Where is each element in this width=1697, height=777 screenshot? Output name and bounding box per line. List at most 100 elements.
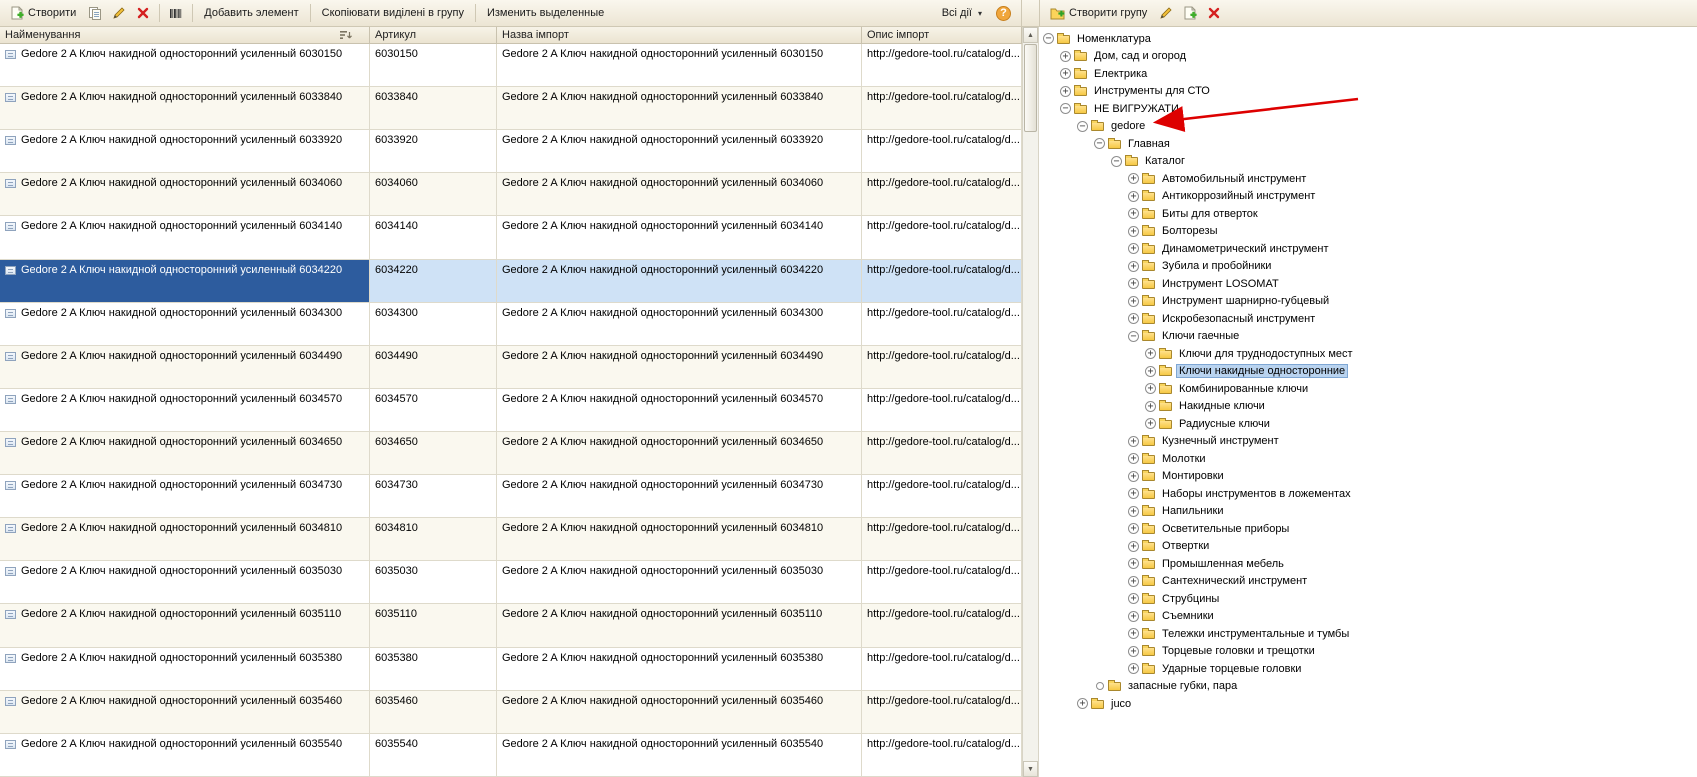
import-name-cell[interactable]: Gedore 2 A Ключ накидной односторонний у… bbox=[497, 130, 862, 173]
import-desc-cell[interactable]: http://gedore-tool.ru/catalog/d... bbox=[862, 431, 1022, 475]
table-row[interactable]: Gedore 2 A Ключ накидной односторонний у… bbox=[0, 690, 1022, 734]
barcode-button[interactable] bbox=[165, 2, 187, 24]
tree-item[interactable]: + Ключи для труднодоступных мест bbox=[1039, 345, 1697, 363]
tree-item[interactable]: + Инструменты для СТО bbox=[1039, 83, 1697, 101]
article-cell[interactable]: 6034300 bbox=[370, 302, 497, 345]
expand-icon[interactable]: + bbox=[1145, 400, 1156, 412]
expand-icon[interactable]: + bbox=[1128, 243, 1139, 255]
expand-icon[interactable]: + bbox=[1128, 453, 1139, 465]
tree-item[interactable]: + Антикоррозийный инструмент bbox=[1039, 188, 1697, 206]
name-cell[interactable]: Gedore 2 A Ключ накидной односторонний у… bbox=[0, 345, 370, 388]
import-name-cell[interactable]: Gedore 2 A Ключ накидной односторонний у… bbox=[497, 647, 862, 690]
expand-icon[interactable]: + bbox=[1128, 295, 1139, 307]
name-cell[interactable]: Gedore 2 A Ключ накидной односторонний у… bbox=[0, 259, 370, 302]
expand-icon[interactable]: + bbox=[1145, 348, 1156, 360]
import-name-cell[interactable]: Gedore 2 A Ключ накидной односторонний у… bbox=[497, 518, 862, 561]
import-name-cell[interactable]: Gedore 2 A Ключ накидной односторонний у… bbox=[497, 216, 862, 259]
tree-item[interactable]: − gedore bbox=[1039, 118, 1697, 136]
name-cell[interactable]: Gedore 2 A Ключ накидной односторонний у… bbox=[0, 173, 370, 216]
import-desc-cell[interactable]: http://gedore-tool.ru/catalog/d... bbox=[862, 561, 1022, 604]
expand-icon[interactable]: + bbox=[1128, 628, 1139, 640]
table-row[interactable]: Gedore 2 A Ключ накидной односторонний у… bbox=[0, 475, 1022, 519]
import-desc-cell[interactable]: http://gedore-tool.ru/catalog/d... bbox=[862, 604, 1022, 647]
import-desc-cell[interactable]: http://gedore-tool.ru/catalog/d... bbox=[862, 647, 1022, 690]
name-cell[interactable]: Gedore 2 A Ключ накидной односторонний у… bbox=[0, 130, 370, 173]
expand-icon[interactable]: + bbox=[1128, 663, 1139, 675]
expand-icon[interactable]: + bbox=[1128, 470, 1139, 482]
article-cell[interactable]: 6034650 bbox=[370, 431, 497, 475]
tree-item[interactable]: + Монтировки bbox=[1039, 468, 1697, 486]
import-name-cell[interactable]: Gedore 2 A Ключ накидной односторонний у… bbox=[497, 561, 862, 604]
edit-selected-button[interactable]: Изменить выделенные bbox=[481, 2, 610, 24]
tree-item[interactable]: − Номенклатура bbox=[1039, 30, 1697, 48]
vertical-scrollbar[interactable]: ▲ ▼ bbox=[1022, 27, 1039, 777]
scroll-thumb[interactable] bbox=[1024, 44, 1037, 132]
import-desc-cell[interactable]: http://gedore-tool.ru/catalog/d... bbox=[862, 87, 1022, 130]
article-cell[interactable]: 6034140 bbox=[370, 216, 497, 259]
import-name-cell[interactable]: Gedore 2 A Ключ накидной односторонний у… bbox=[497, 388, 862, 431]
expand-icon[interactable]: + bbox=[1128, 260, 1139, 272]
tree-item[interactable]: + Напильники bbox=[1039, 503, 1697, 521]
import-name-cell[interactable]: Gedore 2 A Ключ накидной односторонний у… bbox=[497, 733, 862, 776]
article-cell[interactable]: 6033920 bbox=[370, 130, 497, 173]
import-name-cell[interactable]: Gedore 2 A Ключ накидной односторонний у… bbox=[497, 302, 862, 345]
import-desc-cell[interactable]: http://gedore-tool.ru/catalog/d... bbox=[862, 259, 1022, 302]
article-cell[interactable]: 6034490 bbox=[370, 345, 497, 388]
tree-item[interactable]: + Динамометрический инструмент bbox=[1039, 240, 1697, 258]
table-row[interactable]: Gedore 2 A Ключ накидной односторонний у… bbox=[0, 604, 1022, 648]
table-row[interactable]: Gedore 2 A Ключ накидной односторонний у… bbox=[0, 733, 1022, 777]
article-cell[interactable]: 6035380 bbox=[370, 647, 497, 690]
expand-icon[interactable]: + bbox=[1145, 418, 1156, 430]
import-name-cell[interactable]: Gedore 2 A Ключ накидной односторонний у… bbox=[497, 431, 862, 475]
tree-item[interactable]: + Автомобильный инструмент bbox=[1039, 170, 1697, 188]
table-row[interactable]: Gedore 2 A Ключ накидной односторонний у… bbox=[0, 130, 1022, 174]
import-desc-cell[interactable]: http://gedore-tool.ru/catalog/d... bbox=[862, 302, 1022, 345]
tree-item[interactable]: − Главная bbox=[1039, 135, 1697, 153]
collapse-icon[interactable]: − bbox=[1128, 330, 1139, 342]
expand-icon[interactable]: + bbox=[1128, 523, 1139, 535]
article-cell[interactable]: 6034060 bbox=[370, 173, 497, 216]
import-desc-cell[interactable]: http://gedore-tool.ru/catalog/d... bbox=[862, 518, 1022, 561]
name-cell[interactable]: Gedore 2 A Ключ накидной односторонний у… bbox=[0, 561, 370, 604]
import-desc-cell[interactable]: http://gedore-tool.ru/catalog/d... bbox=[862, 388, 1022, 431]
tree-item[interactable]: − Каталог bbox=[1039, 153, 1697, 171]
tree-item[interactable]: + Кузнечный инструмент bbox=[1039, 433, 1697, 451]
delete-item-button[interactable] bbox=[132, 2, 154, 24]
import-name-cell[interactable]: Gedore 2 A Ключ накидной односторонний у… bbox=[497, 259, 862, 302]
tree-item[interactable]: + Ударные торцевые головки bbox=[1039, 660, 1697, 678]
tree-item[interactable]: + Биты для отверток bbox=[1039, 205, 1697, 223]
tree-item[interactable]: + Осветительные приборы bbox=[1039, 520, 1697, 538]
expand-icon[interactable]: + bbox=[1145, 383, 1156, 395]
tree-item[interactable]: + Тележки инструментальные и тумбы bbox=[1039, 625, 1697, 643]
create-button[interactable]: Створити bbox=[4, 2, 82, 24]
tree-item[interactable]: + Наборы инструментов в ложементах bbox=[1039, 485, 1697, 503]
tree-item[interactable]: + Зубила и пробойники bbox=[1039, 258, 1697, 276]
expand-icon[interactable]: + bbox=[1128, 278, 1139, 290]
edit-group-button[interactable] bbox=[1155, 2, 1177, 24]
add-element-button[interactable]: Добавить элемент bbox=[198, 2, 304, 24]
expand-icon[interactable]: + bbox=[1128, 593, 1139, 605]
import-desc-cell[interactable]: http://gedore-tool.ru/catalog/d... bbox=[862, 733, 1022, 776]
copy-group-button[interactable] bbox=[1179, 2, 1201, 24]
expand-icon[interactable]: + bbox=[1145, 365, 1156, 377]
collapse-icon[interactable]: − bbox=[1094, 138, 1105, 150]
expand-icon[interactable]: + bbox=[1128, 645, 1139, 657]
name-cell[interactable]: Gedore 2 A Ключ накидной односторонний у… bbox=[0, 44, 370, 87]
table-row[interactable]: Gedore 2 A Ключ накидной односторонний у… bbox=[0, 561, 1022, 605]
tree-item[interactable]: + Съемники bbox=[1039, 608, 1697, 626]
expand-icon[interactable]: + bbox=[1128, 190, 1139, 202]
import-desc-cell[interactable]: http://gedore-tool.ru/catalog/d... bbox=[862, 345, 1022, 388]
collapse-icon[interactable]: − bbox=[1111, 155, 1122, 167]
tree-item[interactable]: + Дом, сад и огород bbox=[1039, 48, 1697, 66]
tree-item[interactable]: + Отвертки bbox=[1039, 538, 1697, 556]
expand-icon[interactable]: + bbox=[1128, 313, 1139, 325]
name-cell[interactable]: Gedore 2 A Ключ накидной односторонний у… bbox=[0, 216, 370, 259]
name-cell[interactable]: Gedore 2 A Ключ накидной односторонний у… bbox=[0, 388, 370, 431]
tree-item[interactable]: + Искробезопасный инструмент bbox=[1039, 310, 1697, 328]
tree-item[interactable]: + Инструмент LOSOMAT bbox=[1039, 275, 1697, 293]
article-cell[interactable]: 6035540 bbox=[370, 733, 497, 776]
tree-item[interactable]: + Сантехнический инструмент bbox=[1039, 573, 1697, 591]
expand-icon[interactable]: + bbox=[1128, 610, 1139, 622]
expand-icon[interactable]: + bbox=[1128, 488, 1139, 500]
article-cell[interactable]: 6035460 bbox=[370, 690, 497, 733]
